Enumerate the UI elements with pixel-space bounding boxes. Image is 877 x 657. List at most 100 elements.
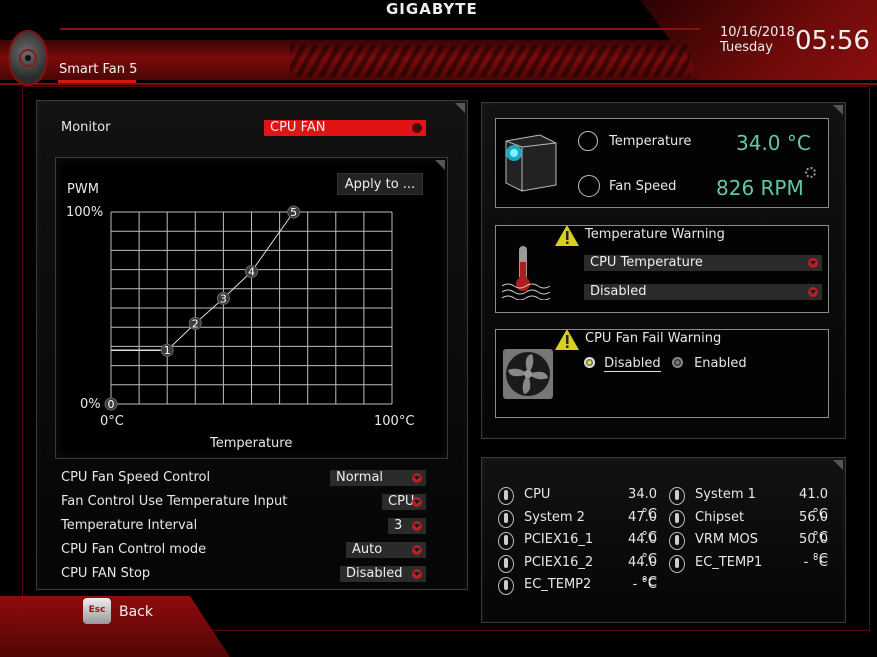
curve-point-label: 3 xyxy=(220,292,227,305)
temperature-warning-select[interactable]: Disabled xyxy=(584,284,822,300)
page-title[interactable]: Smart Fan 5 xyxy=(59,62,137,77)
gear-icon xyxy=(8,30,48,86)
curve-point-label: 2 xyxy=(192,317,199,330)
date-display: 10/16/2018 Tuesday xyxy=(720,25,795,55)
chevron-down-icon xyxy=(412,123,422,133)
setting-value: Normal xyxy=(336,470,384,485)
back-button[interactable]: Back xyxy=(119,604,153,620)
sensor-name: PCIEX16_1 xyxy=(524,532,594,547)
temperature-label: Temperature xyxy=(609,134,692,149)
fan-fail-enabled-radio[interactable]: Enabled xyxy=(672,352,747,371)
fan-fail-warning-box: CPU Fan Fail Warning Disabled Enabled xyxy=(495,329,829,418)
fan-fail-disabled-radio[interactable]: Disabled xyxy=(584,352,661,372)
y-tick-bottom: 0% xyxy=(80,397,101,412)
settings-gear-icon[interactable] xyxy=(805,167,816,178)
chevron-down-icon xyxy=(412,545,422,555)
setting-label: Temperature Interval xyxy=(61,518,198,533)
header-line xyxy=(60,28,700,30)
sensor-value: - °C xyxy=(632,577,657,592)
sensor-name: CPU xyxy=(524,487,551,502)
setting-select[interactable]: Normal xyxy=(330,470,426,486)
option-enabled-label: Enabled xyxy=(694,356,747,371)
curve-point-label: 5 xyxy=(290,206,297,219)
thermometer-icon xyxy=(498,554,514,573)
thermometer-icon xyxy=(498,509,514,528)
monitor-select[interactable]: CPU FAN xyxy=(264,120,426,136)
gear-glyph xyxy=(19,49,37,67)
brand-logo: GIGABYTE xyxy=(386,0,478,18)
setting-value: CPU xyxy=(388,494,415,509)
thermometer-icon xyxy=(498,577,514,595)
setting-value: Disabled xyxy=(346,566,403,581)
radio-selected-icon xyxy=(584,357,595,368)
chevron-down-icon xyxy=(808,258,818,268)
chevron-down-icon xyxy=(412,521,422,531)
setting-label: Fan Control Use Temperature Input xyxy=(61,494,288,509)
sensor-value: 50.0 °C xyxy=(799,532,828,567)
chevron-down-icon xyxy=(412,497,422,507)
thermometer-icon xyxy=(669,532,685,550)
monitor-value: CPU FAN xyxy=(270,120,326,135)
chevron-down-icon xyxy=(412,569,422,579)
active-tab-indicator xyxy=(58,80,136,83)
chevron-down-icon xyxy=(412,473,422,483)
weekday: Tuesday xyxy=(720,40,773,55)
esc-key-icon[interactable]: Esc xyxy=(83,598,111,624)
fan-curve-plot[interactable]: 0 1 2 3 4 5 xyxy=(100,200,405,415)
curve-segment xyxy=(251,211,295,272)
sensor-name: System 1 xyxy=(695,487,756,502)
sensor-value: 41.0 °C xyxy=(799,487,828,522)
warning-icon xyxy=(555,225,579,246)
radio-unselected-icon xyxy=(672,357,683,368)
sensor-value: 44.0 °C xyxy=(628,532,657,567)
x-tick-left: 0°C xyxy=(100,414,124,429)
clock: 05:56 xyxy=(795,26,870,56)
sensor-name: EC_TEMP1 xyxy=(695,554,763,570)
thermometer-water-icon xyxy=(501,246,551,300)
temperature-value: 34.0 °C xyxy=(736,131,811,155)
fan-icon xyxy=(578,175,600,197)
thermometer-icon xyxy=(578,131,598,151)
x-tick-right: 100°C xyxy=(374,414,415,429)
sensor-value: - °C xyxy=(803,554,828,570)
temperature-warning-value: Disabled xyxy=(590,284,647,299)
curve-point-label: 1 xyxy=(164,344,171,357)
chevron-down-icon xyxy=(808,287,818,297)
setting-value: 3 xyxy=(394,518,403,533)
temperature-warning-title: Temperature Warning xyxy=(585,227,725,242)
fan-speed-value: 826 RPM xyxy=(716,176,804,200)
monitor-label: Monitor xyxy=(61,120,111,135)
apply-to-button[interactable]: Apply to ... xyxy=(337,173,423,195)
curve-point-label: 4 xyxy=(248,266,255,279)
option-disabled-label: Disabled xyxy=(604,356,661,372)
sensor-name: PCIEX16_2 xyxy=(524,554,594,570)
chart-ylabel: PWM xyxy=(67,182,99,197)
temperature-source-select[interactable]: CPU Temperature xyxy=(584,255,822,271)
header-stripes xyxy=(290,45,690,77)
sensor-name: Chipset xyxy=(695,509,745,525)
fan-icon xyxy=(503,349,553,399)
sensor-value: 44.0 °C xyxy=(628,554,657,590)
warning-icon xyxy=(555,329,579,350)
sensor-value: 56.0 °C xyxy=(799,509,828,545)
setting-select[interactable]: Auto xyxy=(346,542,426,558)
curve-point-label: 0 xyxy=(108,398,115,411)
thermometer-icon xyxy=(669,487,685,505)
thermometer-icon xyxy=(669,509,685,528)
pc-case-icon xyxy=(505,134,557,192)
setting-select[interactable]: 3 xyxy=(388,518,426,534)
setting-label: CPU Fan Speed Control xyxy=(61,470,211,485)
chart-xlabel: Temperature xyxy=(210,436,293,451)
footer-band xyxy=(0,596,230,657)
fan-status-box: Temperature 34.0 °C Fan Speed 826 RPM xyxy=(495,118,829,208)
setting-select[interactable]: CPU xyxy=(382,494,426,510)
temperature-warning-box: Temperature Warning CPU Temperature Disa… xyxy=(495,225,829,313)
sensor-value: 47.0 °C xyxy=(628,509,657,545)
thermometer-icon xyxy=(498,487,514,505)
sensor-name: System 2 xyxy=(524,509,585,525)
header-divider xyxy=(0,83,877,85)
thermometer-icon xyxy=(498,532,514,550)
sensor-name: VRM MOS xyxy=(695,532,758,547)
setting-select[interactable]: Disabled xyxy=(340,566,426,582)
setting-label: CPU FAN Stop xyxy=(61,566,151,581)
